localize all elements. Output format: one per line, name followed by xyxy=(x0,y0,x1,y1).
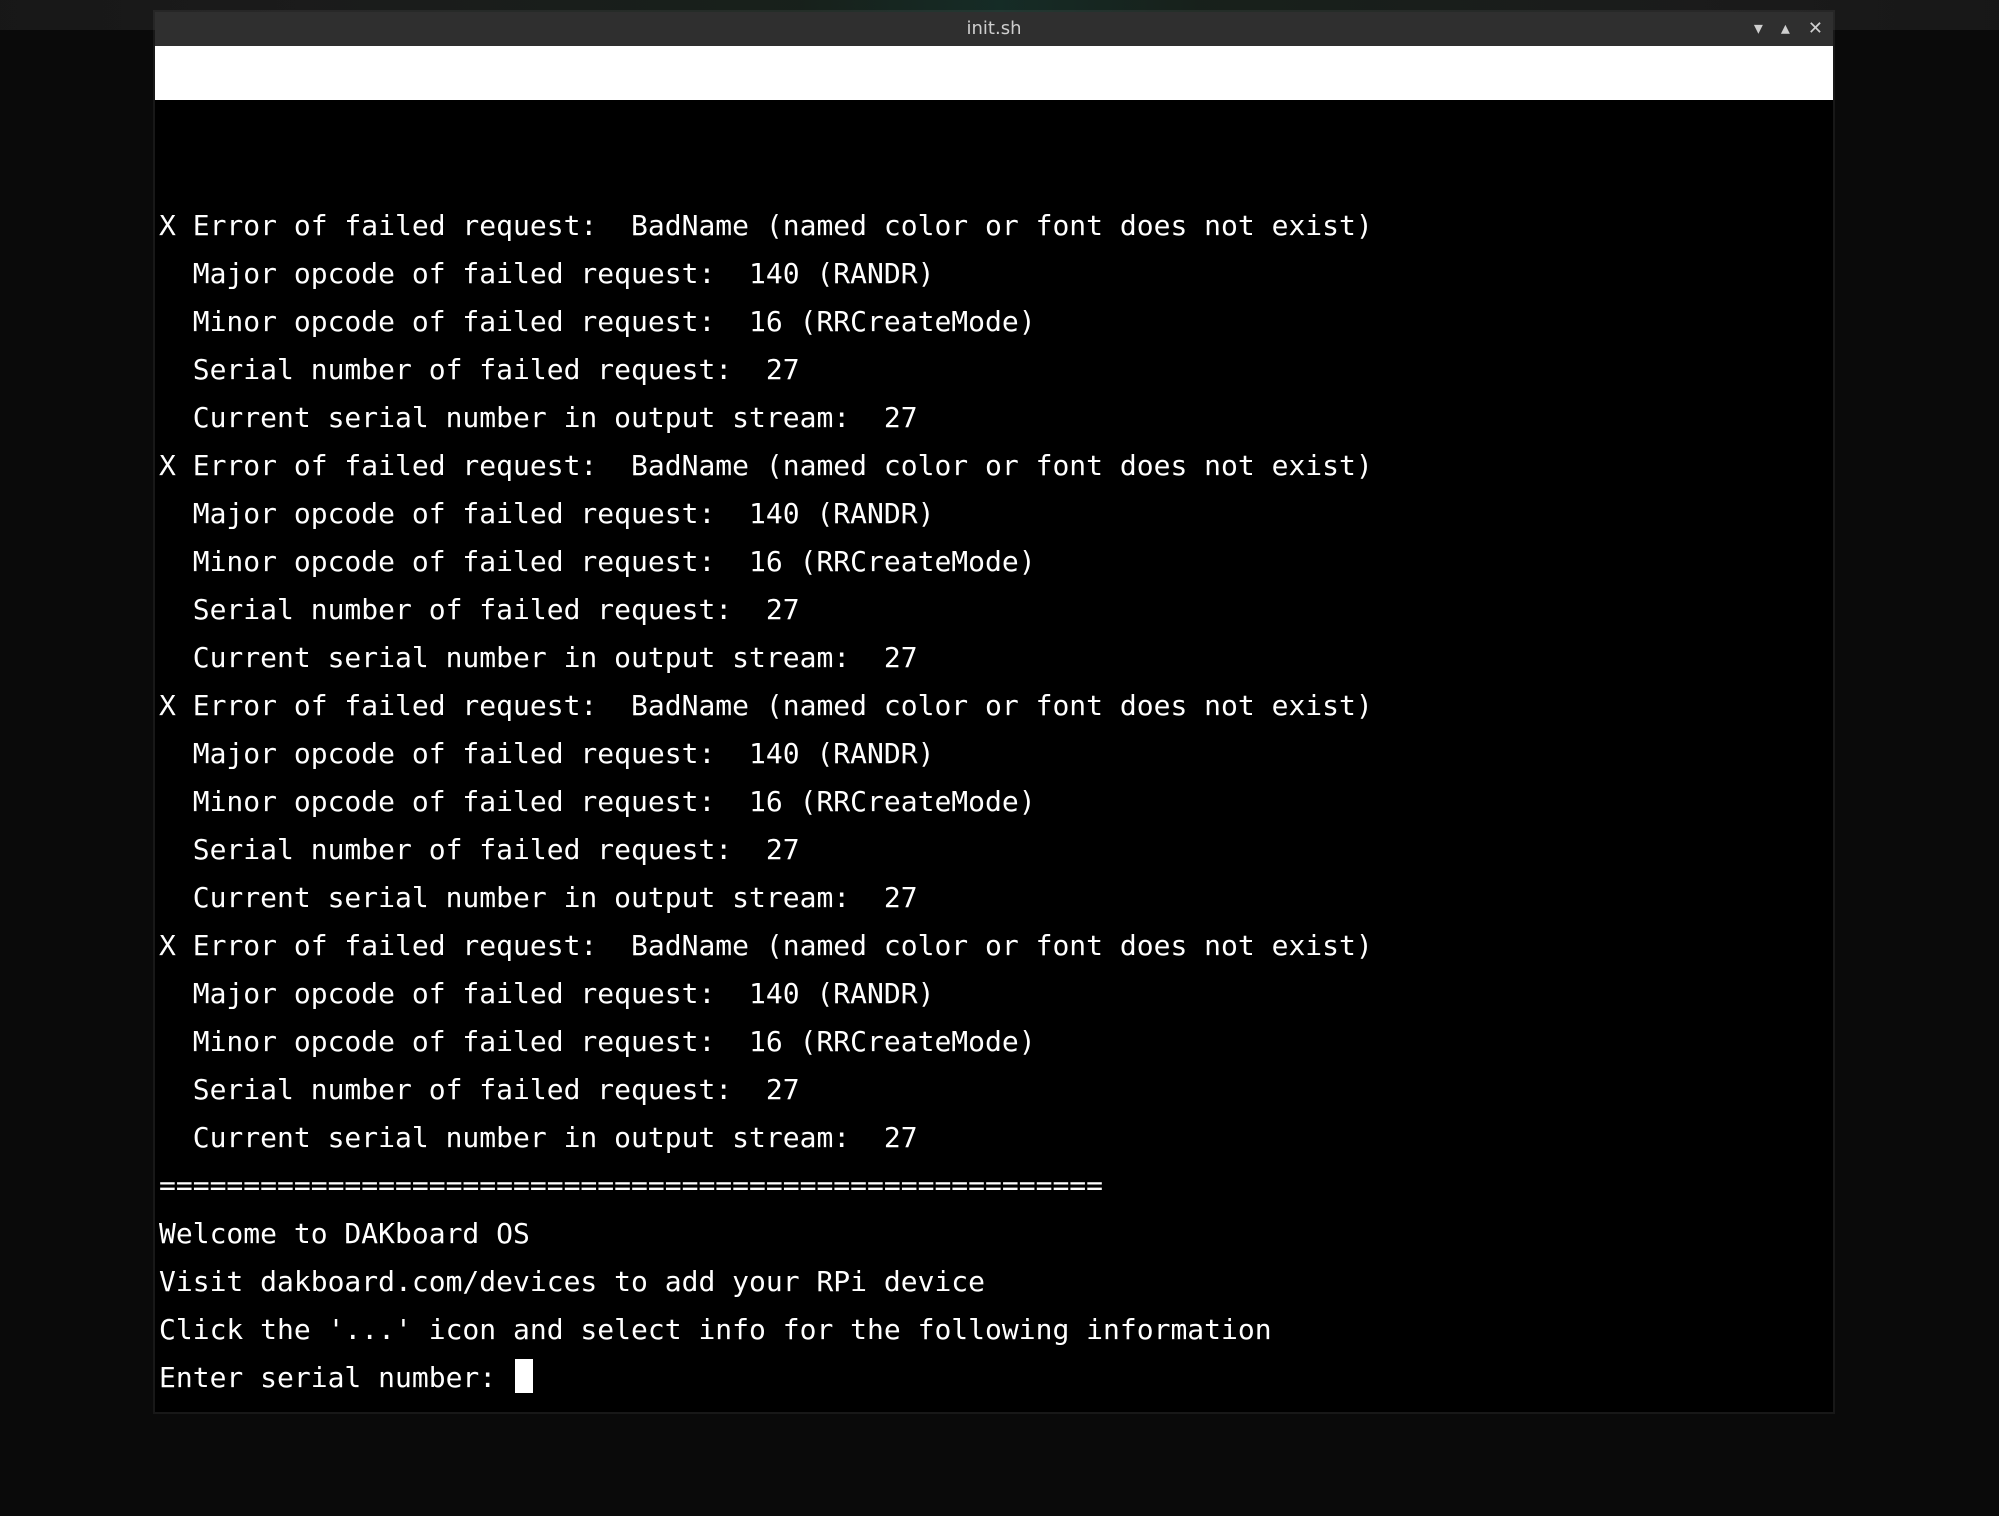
minimize-icon[interactable]: ▾ xyxy=(1754,18,1763,39)
serial-prompt[interactable]: Enter serial number: xyxy=(159,1354,1829,1402)
terminal-window: init.sh ▾ ▴ ✕ X Error of failed request:… xyxy=(155,12,1833,1412)
x-error-line: Major opcode of failed request: 140 (RAN… xyxy=(159,250,1829,298)
x-error-line: Current serial number in output stream: … xyxy=(159,394,1829,442)
x-error-line: Serial number of failed request: 27 xyxy=(159,586,1829,634)
window-titlebar[interactable]: init.sh ▾ ▴ ✕ xyxy=(155,12,1833,46)
x-error-line: Minor opcode of failed request: 16 (RRCr… xyxy=(159,298,1829,346)
x-error-line: Current serial number in output stream: … xyxy=(159,1114,1829,1162)
x-error-line: Current serial number in output stream: … xyxy=(159,634,1829,682)
terminal-output[interactable]: X Error of failed request: BadName (name… xyxy=(155,100,1833,1412)
x-error-line: Major opcode of failed request: 140 (RAN… xyxy=(159,730,1829,778)
x-error-line: Minor opcode of failed request: 16 (RRCr… xyxy=(159,538,1829,586)
x-error-line: X Error of failed request: BadName (name… xyxy=(159,202,1829,250)
x-error-line: Serial number of failed request: 27 xyxy=(159,1066,1829,1114)
divider-line: ========================================… xyxy=(159,1162,1829,1210)
toolbar-area xyxy=(155,46,1833,100)
x-error-line: Major opcode of failed request: 140 (RAN… xyxy=(159,490,1829,538)
welcome-line: Welcome to DAKboard OS xyxy=(159,1210,1829,1258)
x-error-line: Serial number of failed request: 27 xyxy=(159,346,1829,394)
x-error-line: X Error of failed request: BadName (name… xyxy=(159,442,1829,490)
x-error-line: X Error of failed request: BadName (name… xyxy=(159,922,1829,970)
x-error-line: Minor opcode of failed request: 16 (RRCr… xyxy=(159,1018,1829,1066)
x-error-line: Current serial number in output stream: … xyxy=(159,874,1829,922)
maximize-icon[interactable]: ▴ xyxy=(1781,18,1790,39)
window-title: init.sh xyxy=(155,18,1833,39)
welcome-line: Click the '...' icon and select info for… xyxy=(159,1306,1829,1354)
x-error-line: X Error of failed request: BadName (name… xyxy=(159,682,1829,730)
x-error-line: Serial number of failed request: 27 xyxy=(159,826,1829,874)
x-error-line: Minor opcode of failed request: 16 (RRCr… xyxy=(159,778,1829,826)
cursor[interactable] xyxy=(515,1359,533,1393)
window-controls: ▾ ▴ ✕ xyxy=(1754,12,1823,46)
welcome-line: Visit dakboard.com/devices to add your R… xyxy=(159,1258,1829,1306)
x-error-line: Major opcode of failed request: 140 (RAN… xyxy=(159,970,1829,1018)
close-icon[interactable]: ✕ xyxy=(1808,18,1823,39)
